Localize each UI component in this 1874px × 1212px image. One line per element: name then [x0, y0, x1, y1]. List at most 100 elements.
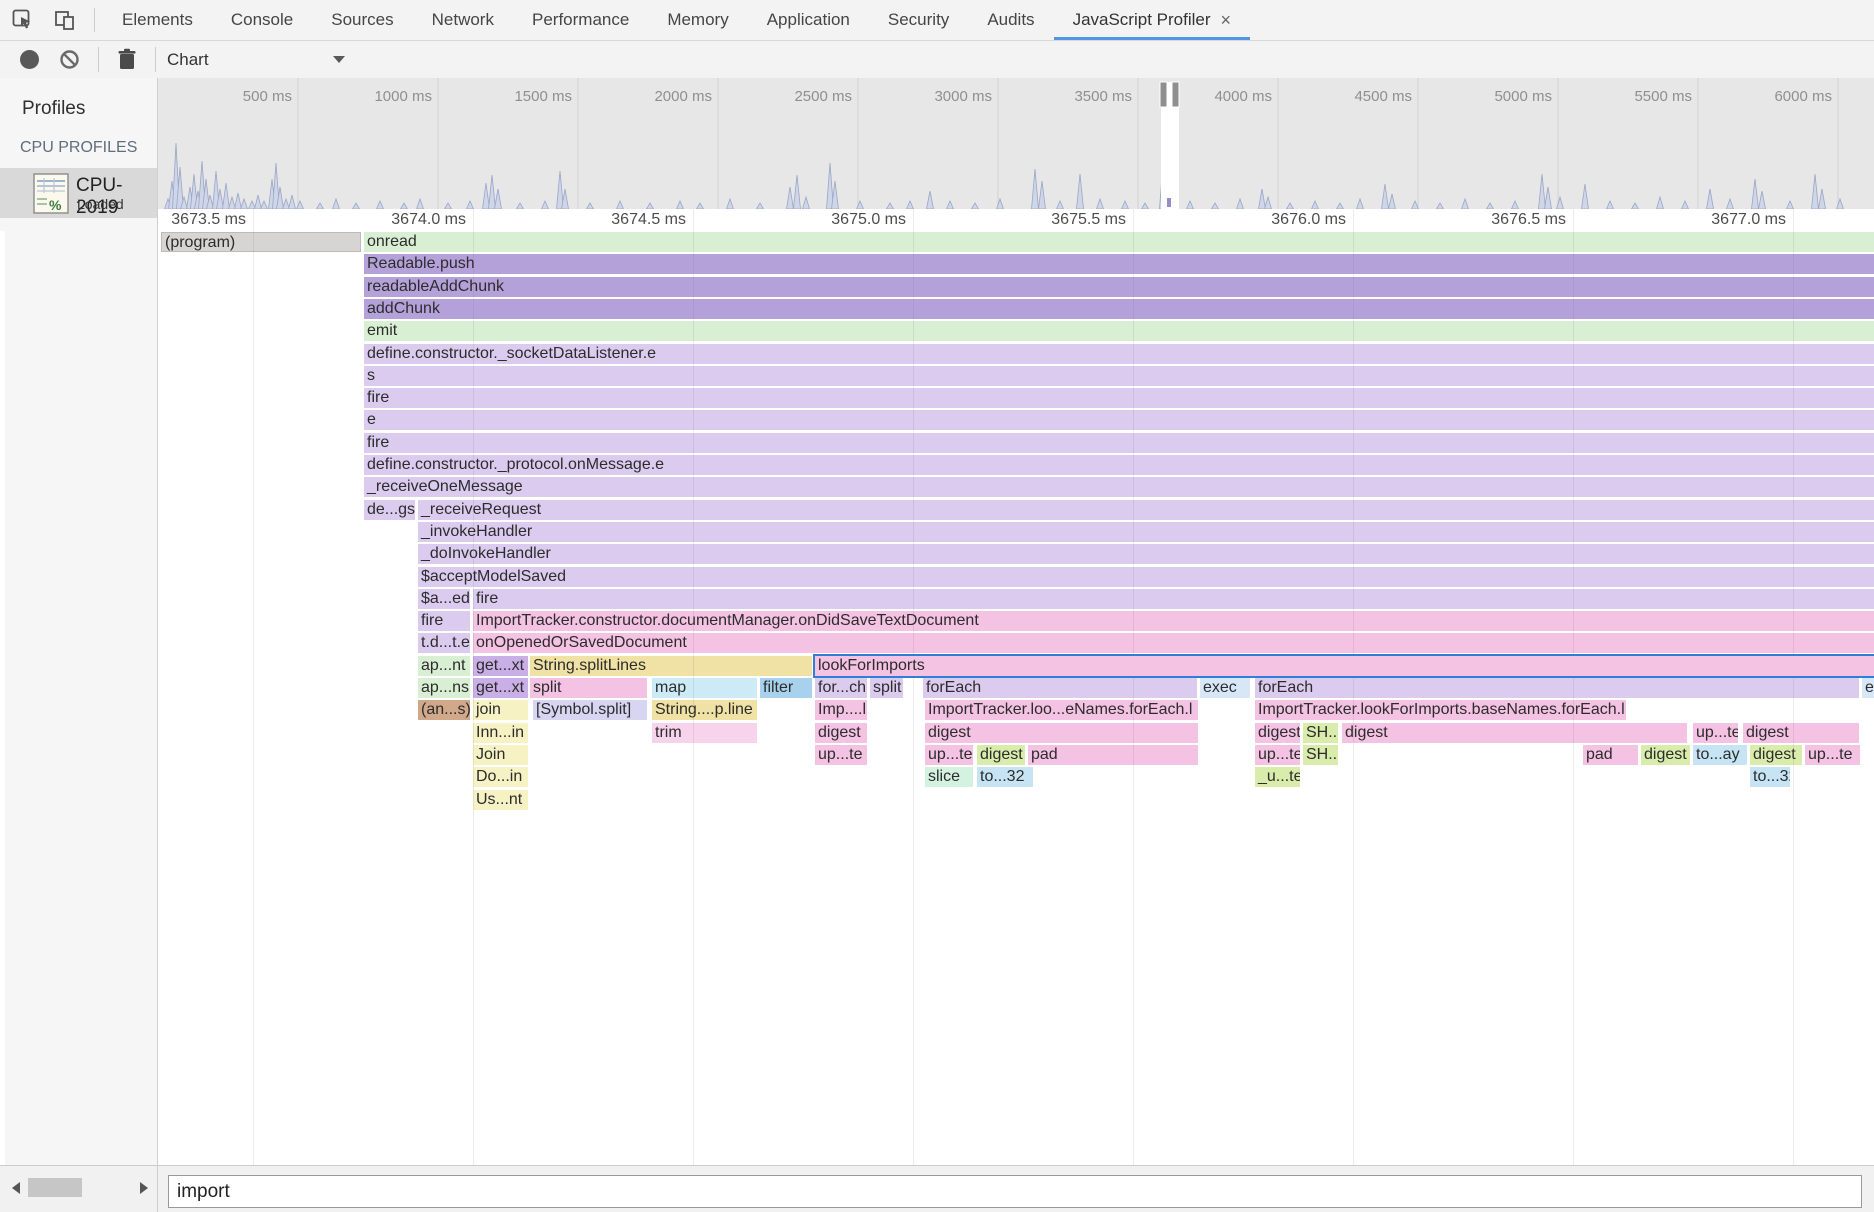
scrollbar-thumb[interactable]: [28, 1178, 82, 1197]
flame-bar[interactable]: Readable.push: [364, 254, 1874, 274]
search-input[interactable]: [168, 1175, 1862, 1208]
flame-bar[interactable]: digest: [1641, 745, 1690, 765]
flame-bar[interactable]: readableAddChunk: [364, 277, 1874, 297]
flame-bar[interactable]: _u...te: [1255, 767, 1300, 787]
horizontal-scrollbar[interactable]: [0, 1166, 158, 1212]
flame-bar[interactable]: Us...nt: [473, 790, 528, 810]
flame-bar[interactable]: for...ch: [815, 678, 867, 698]
flame-bar[interactable]: onread: [364, 232, 1874, 252]
flame-bar[interactable]: forEach: [923, 678, 1197, 698]
flame-bar[interactable]: join: [473, 700, 528, 720]
flame-bar[interactable]: Do...in: [473, 767, 528, 787]
flame-bar[interactable]: ImportTracker.loo...eNames.forEach.l: [925, 700, 1198, 720]
flame-bar[interactable]: slice: [925, 767, 973, 787]
flame-bar-selected[interactable]: lookForImports: [813, 654, 1874, 678]
flame-bar[interactable]: ImportTracker.lookForImports.baseNames.f…: [1255, 700, 1626, 720]
flame-bar[interactable]: to...ay: [1693, 745, 1747, 765]
flame-bar[interactable]: ImportTracker.constructor.documentManage…: [473, 611, 1874, 631]
flame-bar[interactable]: String.splitLines: [530, 656, 812, 676]
scroll-right-arrow-icon[interactable]: [140, 1182, 148, 1194]
flame-bar[interactable]: pad: [1028, 745, 1198, 765]
flame-bar[interactable]: s: [364, 366, 1874, 386]
flame-bar[interactable]: digest: [1255, 723, 1300, 743]
flame-bar[interactable]: fire: [364, 388, 1874, 408]
flame-bar[interactable]: (an...s): [418, 700, 470, 720]
flame-bar[interactable]: trim: [652, 723, 757, 743]
flame-bar[interactable]: to...32: [977, 767, 1033, 787]
inspect-element-icon[interactable]: [10, 7, 36, 33]
flame-bar[interactable]: de...gs: [364, 500, 415, 520]
flame-bar[interactable]: up...te: [815, 745, 867, 765]
flame-bar[interactable]: SH...56: [1303, 745, 1338, 765]
flame-bar[interactable]: up...te: [1805, 745, 1860, 765]
close-tab-icon[interactable]: ×: [1221, 10, 1232, 31]
flame-bar[interactable]: onOpenedOrSavedDocument: [473, 633, 1874, 653]
flame-bar[interactable]: _doInvokeHandler: [418, 544, 1874, 564]
flame-bar[interactable]: [Symbol.split]: [533, 700, 647, 720]
flame-bar[interactable]: up...te: [925, 745, 973, 765]
flame-bar[interactable]: forEach: [1255, 678, 1859, 698]
flame-bar[interactable]: $a...ed: [418, 589, 470, 609]
flame-bar[interactable]: e: [364, 410, 1874, 430]
tab-elements[interactable]: Elements: [103, 0, 212, 40]
view-mode-select[interactable]: Chart: [167, 41, 345, 78]
flame-bar[interactable]: digest: [1342, 723, 1687, 743]
flame-bar[interactable]: map: [652, 678, 757, 698]
flame-bar[interactable]: filter: [760, 678, 812, 698]
svg-text:%: %: [49, 197, 62, 213]
flame-bar[interactable]: Imp....l: [815, 700, 867, 720]
tab-console[interactable]: Console: [212, 0, 312, 40]
flame-bar[interactable]: split: [530, 678, 647, 698]
flame-bar[interactable]: fire: [418, 611, 470, 631]
flame-bar[interactable]: up...te: [1255, 745, 1300, 765]
ruler-tick-label: 3676.5 ms: [1491, 211, 1566, 228]
flame-bar[interactable]: emit: [364, 321, 1874, 341]
flame-bar[interactable]: to...32: [1750, 767, 1790, 787]
flamechart-pane[interactable]: (program) onread Readable.push readableAddC…: [158, 209, 1874, 1166]
tab-application[interactable]: Application: [748, 0, 869, 40]
tab-audits[interactable]: Audits: [968, 0, 1053, 40]
flame-bar[interactable]: fire: [364, 433, 1874, 453]
flame-bar[interactable]: define.constructor._protocol.onMessage.e: [364, 455, 1874, 475]
scroll-left-arrow-icon[interactable]: [12, 1182, 20, 1194]
flame-bar[interactable]: split: [870, 678, 903, 698]
tab-performance[interactable]: Performance: [513, 0, 648, 40]
profile-overview-pane[interactable]: 500 ms 1000 ms 1500 ms 2000 ms 2500 ms 3000 m…: [158, 78, 1874, 209]
flame-bar[interactable]: String....p.line: [652, 700, 757, 720]
flame-bar[interactable]: _receiveOneMessage: [364, 477, 1874, 497]
flame-bar[interactable]: $acceptModelSaved: [418, 567, 1874, 587]
flame-bar[interactable]: ex: [1862, 678, 1874, 698]
flame-bar[interactable]: up...te: [1693, 723, 1738, 743]
record-button[interactable]: [20, 50, 39, 69]
flame-bar[interactable]: digest: [1750, 745, 1802, 765]
delete-profile-icon[interactable]: [117, 48, 137, 76]
tab-sources[interactable]: Sources: [312, 0, 412, 40]
tab-security[interactable]: Security: [869, 0, 968, 40]
flame-bar[interactable]: ap...nt: [418, 656, 470, 676]
ruler-tick-label: 3674.0 ms: [391, 211, 466, 228]
tab-javascript-profiler[interactable]: JavaScript Profiler ×: [1053, 0, 1251, 40]
flame-bar[interactable]: pad: [1583, 745, 1638, 765]
flame-bar[interactable]: t.d...t.e: [418, 633, 470, 653]
flame-bar[interactable]: Join: [473, 745, 528, 765]
flame-bar[interactable]: _invokeHandler: [418, 522, 1874, 542]
tab-network[interactable]: Network: [413, 0, 513, 40]
flame-bar[interactable]: digest: [1743, 723, 1859, 743]
flame-bar[interactable]: digest: [925, 723, 1198, 743]
flame-bar[interactable]: get...xt: [473, 678, 528, 698]
flame-bar[interactable]: ap...ns: [418, 678, 470, 698]
flame-bar[interactable]: fire: [473, 589, 1874, 609]
flame-bar[interactable]: digest: [977, 745, 1025, 765]
flame-bar[interactable]: exec: [1200, 678, 1250, 698]
flame-bar[interactable]: SH...56: [1303, 723, 1338, 743]
flame-bar[interactable]: get...xt: [473, 656, 528, 676]
flame-bar[interactable]: (program): [161, 232, 361, 252]
flame-bar[interactable]: Inn...in: [473, 723, 528, 743]
flame-bar[interactable]: define.constructor._socketDataListener.e: [364, 344, 1874, 364]
flame-bar[interactable]: addChunk: [364, 299, 1874, 319]
toggle-device-toolbar-icon[interactable]: [52, 7, 78, 33]
flame-bar[interactable]: digest: [815, 723, 867, 743]
flame-bar[interactable]: _receiveRequest: [418, 500, 1874, 520]
tab-memory[interactable]: Memory: [648, 0, 747, 40]
clear-profiles-icon[interactable]: [60, 50, 79, 69]
